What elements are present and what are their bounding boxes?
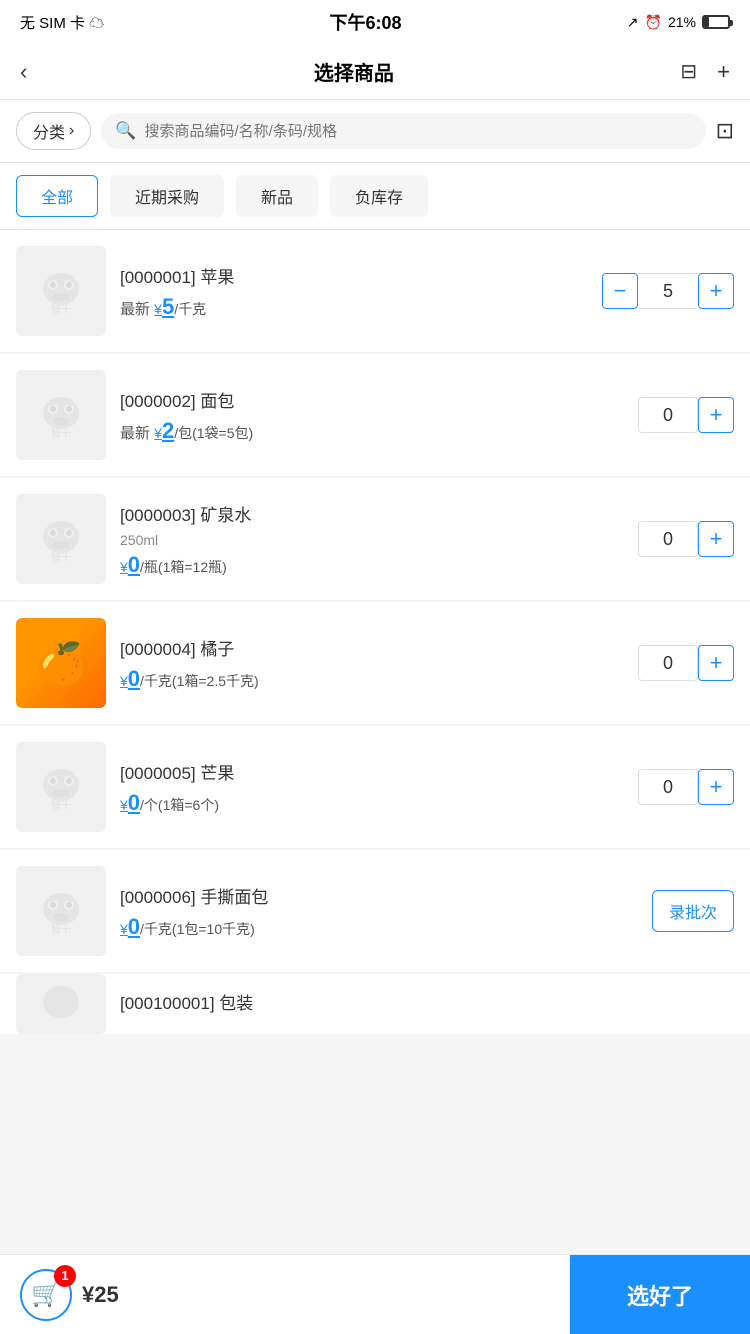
svg-text:智十: 智十 bbox=[51, 799, 71, 812]
filter-icon[interactable]: ⊟ bbox=[680, 59, 697, 84]
nav-bar: ‹ 选择商品 ⊟ + bbox=[0, 44, 750, 100]
product-list: 智十 [0000001] 苹果 最新 ¥5/千克 − + bbox=[0, 230, 750, 1126]
qty-plus-button[interactable]: + bbox=[698, 645, 734, 681]
nav-left: ‹ bbox=[20, 59, 27, 85]
product-price: ¥0/个(1箱=6个) bbox=[120, 790, 624, 816]
quantity-control-0000004: + bbox=[638, 645, 734, 681]
product-image-0000005: 智十 bbox=[16, 742, 106, 832]
qty-input[interactable] bbox=[638, 645, 698, 681]
sim-status: 无 SIM 卡 ☁ bbox=[20, 12, 104, 33]
product-info-0000006: [0000006] 手撕面包 ¥0/千克(1包=10千克) bbox=[120, 883, 638, 940]
filter-bar: 分类 › 🔍 ⊡ bbox=[0, 100, 750, 163]
list-item: [000100001] 包装 bbox=[0, 974, 750, 1034]
product-price: 最新 ¥2/包(1袋=5包) bbox=[120, 418, 624, 444]
list-item: 智十 [0000006] 手撕面包 ¥0/千克(1包=10千克) 录批次 bbox=[0, 850, 750, 972]
product-price: ¥0/瓶(1箱=12瓶) bbox=[120, 552, 624, 578]
search-icon: 🔍 bbox=[115, 121, 136, 141]
cart-icon: 🛒 bbox=[31, 1280, 61, 1309]
product-info-0000004: [0000004] 橘子 ¥0/千克(1箱=2.5千克) bbox=[120, 635, 624, 692]
qty-plus-button[interactable]: + bbox=[698, 397, 734, 433]
qty-input[interactable] bbox=[638, 273, 698, 309]
status-bar: 无 SIM 卡 ☁ 下午6:08 ↗ ⏰ 21% bbox=[0, 0, 750, 44]
product-name: [0000001] 苹果 bbox=[120, 263, 588, 288]
svg-text:智十: 智十 bbox=[51, 427, 71, 440]
back-button[interactable]: ‹ bbox=[20, 59, 27, 85]
product-name: [000100001] 包装 bbox=[120, 989, 734, 1014]
bottom-bar: 🛒 1 ¥25 选好了 bbox=[0, 1254, 750, 1334]
product-image-0000006: 智十 bbox=[16, 866, 106, 956]
status-left: 无 SIM 卡 ☁ bbox=[20, 12, 104, 33]
product-image-000100001 bbox=[16, 974, 106, 1034]
product-name: [0000006] 手撕面包 bbox=[120, 883, 638, 908]
svg-text:智十: 智十 bbox=[51, 303, 71, 316]
qty-plus-button[interactable]: + bbox=[698, 769, 734, 805]
status-right: ↗ ⏰ 21% bbox=[627, 14, 730, 31]
alarm-icon: ⏰ bbox=[645, 14, 662, 31]
product-price: ¥0/千克(1包=10千克) bbox=[120, 914, 638, 940]
svg-text:智十: 智十 bbox=[51, 551, 71, 564]
tab-recent[interactable]: 近期采购 bbox=[110, 175, 224, 217]
quantity-control-0000005: + bbox=[638, 769, 734, 805]
page-title: 选择商品 bbox=[314, 57, 394, 86]
list-item: 智十 [0000001] 苹果 最新 ¥5/千克 − + bbox=[0, 230, 750, 352]
qty-plus-button[interactable]: + bbox=[698, 521, 734, 557]
add-icon[interactable]: + bbox=[717, 59, 730, 85]
list-item: 智十 [0000005] 芒果 ¥0/个(1箱=6个) + bbox=[0, 726, 750, 848]
search-input[interactable] bbox=[145, 123, 692, 140]
product-name: [0000004] 橘子 bbox=[120, 635, 624, 660]
quantity-control-0000003: + bbox=[638, 521, 734, 557]
orange-image: 🍊 bbox=[16, 618, 106, 708]
tab-negative[interactable]: 负库存 bbox=[330, 175, 428, 217]
qty-input[interactable] bbox=[638, 521, 698, 557]
svg-text:智十: 智十 bbox=[51, 923, 71, 936]
confirm-button[interactable]: 选好了 bbox=[570, 1255, 750, 1334]
tab-new[interactable]: 新品 bbox=[236, 175, 318, 217]
product-image-0000003: 智十 bbox=[16, 494, 106, 584]
scan-icon[interactable]: ⊡ bbox=[716, 118, 734, 144]
quantity-control-0000002: + bbox=[638, 397, 734, 433]
battery-icon bbox=[702, 15, 730, 29]
product-info-0000002: [0000002] 面包 最新 ¥2/包(1袋=5包) bbox=[120, 387, 624, 444]
cart-badge: 1 bbox=[54, 1265, 76, 1287]
location-icon: ↗ bbox=[627, 14, 639, 31]
list-item: 🍊 [0000004] 橘子 ¥0/千克(1箱=2.5千克) + bbox=[0, 602, 750, 724]
search-box: 🔍 bbox=[101, 113, 705, 149]
qty-input[interactable] bbox=[638, 769, 698, 805]
product-spec: 250ml bbox=[120, 532, 624, 548]
product-info-0000003: [0000003] 矿泉水 250ml ¥0/瓶(1箱=12瓶) bbox=[120, 501, 624, 578]
cart-button[interactable]: 🛒 1 bbox=[20, 1269, 72, 1321]
product-image-0000001: 智十 bbox=[16, 246, 106, 336]
quantity-control-0000001: − + bbox=[602, 273, 734, 309]
product-name: [0000002] 面包 bbox=[120, 387, 624, 412]
battery-percent: 21% bbox=[668, 14, 696, 30]
list-item: 智十 [0000003] 矿泉水 250ml ¥0/瓶(1箱=12瓶) + bbox=[0, 478, 750, 600]
product-image-0000002: 智十 bbox=[16, 370, 106, 460]
cart-total: ¥25 bbox=[82, 1282, 119, 1308]
product-info-000100001: [000100001] 包装 bbox=[120, 989, 734, 1020]
list-item: 智十 [0000002] 面包 最新 ¥2/包(1袋=5包) + bbox=[0, 354, 750, 476]
batch-button[interactable]: 录批次 bbox=[652, 890, 734, 932]
product-info-0000001: [0000001] 苹果 最新 ¥5/千克 bbox=[120, 263, 588, 320]
qty-minus-button[interactable]: − bbox=[602, 273, 638, 309]
category-label: 分类 bbox=[33, 119, 65, 143]
nav-right: ⊟ + bbox=[680, 59, 730, 85]
category-button[interactable]: 分类 › bbox=[16, 112, 91, 150]
status-time: 下午6:08 bbox=[329, 9, 401, 35]
qty-plus-button[interactable]: + bbox=[698, 273, 734, 309]
product-image-0000004: 🍊 bbox=[16, 618, 106, 708]
tab-all[interactable]: 全部 bbox=[16, 175, 98, 217]
cart-section: 🛒 1 ¥25 bbox=[0, 1269, 570, 1321]
product-name: [0000003] 矿泉水 bbox=[120, 501, 624, 526]
tab-bar: 全部 近期采购 新品 负库存 bbox=[0, 163, 750, 230]
product-info-0000005: [0000005] 芒果 ¥0/个(1箱=6个) bbox=[120, 759, 624, 816]
product-name: [0000005] 芒果 bbox=[120, 759, 624, 784]
category-chevron-icon: › bbox=[69, 122, 74, 140]
product-price: 最新 ¥5/千克 bbox=[120, 294, 588, 320]
product-price: ¥0/千克(1箱=2.5千克) bbox=[120, 666, 624, 692]
qty-input[interactable] bbox=[638, 397, 698, 433]
